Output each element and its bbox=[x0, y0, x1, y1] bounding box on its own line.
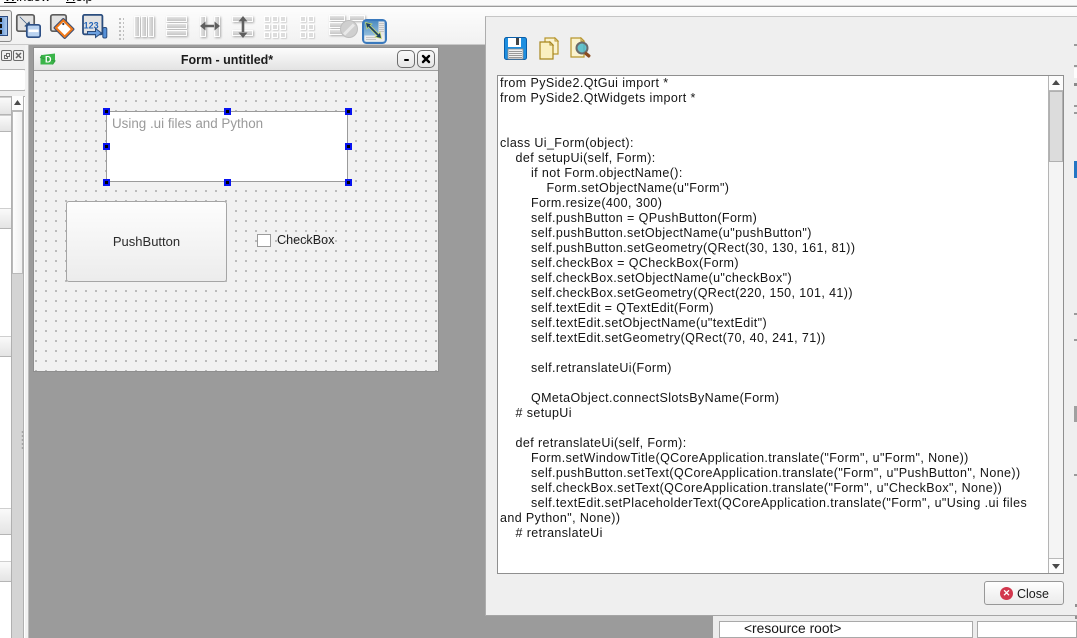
svg-text:D: D bbox=[45, 55, 52, 65]
